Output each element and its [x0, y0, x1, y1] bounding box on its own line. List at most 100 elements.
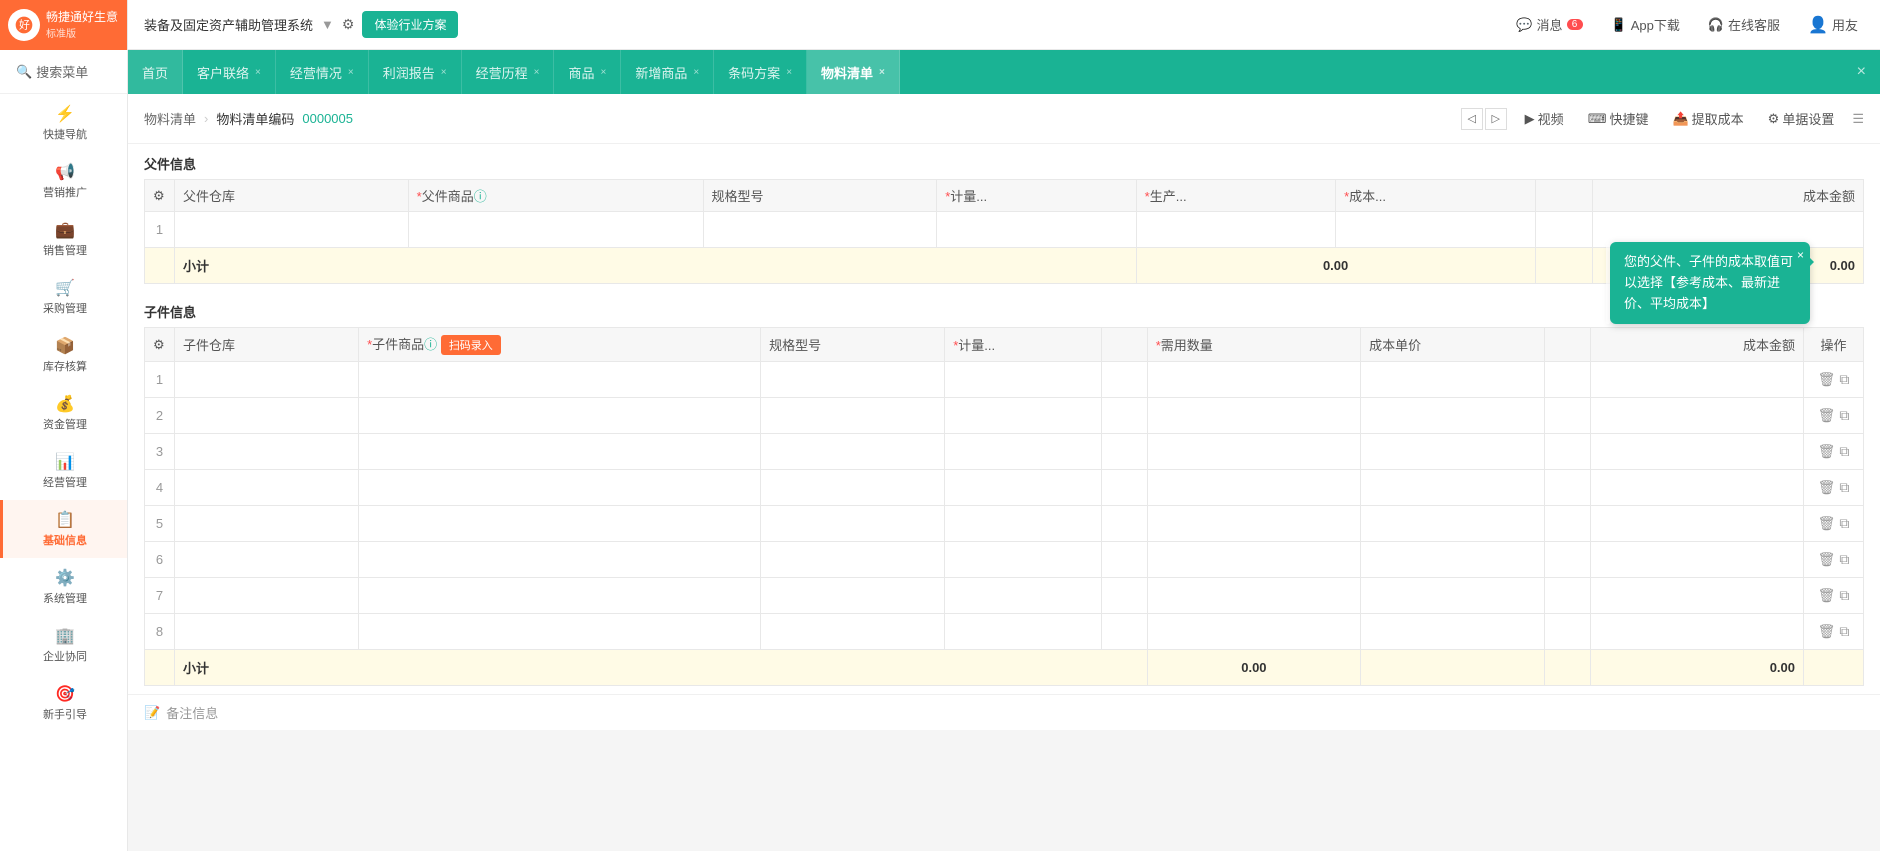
trial-button[interactable]: 体验行业方案 — [362, 11, 458, 38]
sidebar-item-quick-nav[interactable]: ⚡ 快捷导航 — [0, 94, 127, 152]
tab-profit-close[interactable]: × — [441, 67, 447, 78]
tab-history-close[interactable]: × — [534, 67, 540, 78]
parent-spec-1[interactable] — [703, 212, 937, 248]
child-product-6[interactable] — [359, 542, 761, 578]
child-spec-1[interactable] — [761, 362, 945, 398]
child-need-qty-5[interactable] — [1147, 506, 1360, 542]
parent-qty-1[interactable] — [937, 212, 1136, 248]
parent-cost-1[interactable] — [1336, 212, 1535, 248]
child-qty-unit-6[interactable] — [945, 542, 1102, 578]
child-spec-7[interactable] — [761, 578, 945, 614]
child-qty-unit-8[interactable] — [945, 614, 1102, 650]
child-unit-cost-2[interactable] — [1361, 398, 1545, 434]
child-product-8[interactable] — [359, 614, 761, 650]
child-delete-2[interactable]: 🗑 — [1818, 407, 1836, 424]
child-product-1[interactable] — [359, 362, 761, 398]
child-copy-4[interactable]: ⧉ — [1839, 479, 1849, 496]
child-spec-3[interactable] — [761, 434, 945, 470]
child-spec-6[interactable] — [761, 542, 945, 578]
child-copy-2[interactable]: ⧉ — [1839, 407, 1849, 424]
shortcut-button[interactable]: ⌨ 快捷键 — [1582, 106, 1655, 131]
tab-barcode[interactable]: 条码方案 × — [714, 50, 807, 94]
tab-product[interactable]: 商品 × — [554, 50, 621, 94]
tooltip-close-button[interactable]: × — [1797, 246, 1804, 265]
child-warehouse-4[interactable] — [175, 470, 359, 506]
tab-new-product[interactable]: 新增商品 × — [621, 50, 714, 94]
child-need-qty-8[interactable] — [1147, 614, 1360, 650]
sidebar-item-guide[interactable]: 🎯 新手引导 — [0, 674, 127, 732]
single-setting-button[interactable]: ⚙ 单据设置 — [1762, 106, 1841, 131]
sidebar-item-purchase[interactable]: 🛒 采购管理 — [0, 268, 127, 326]
parent-product-1[interactable] — [408, 212, 703, 248]
child-warehouse-6[interactable] — [175, 542, 359, 578]
extract-cost-button[interactable]: 📤 提取成本 — [1666, 106, 1749, 131]
child-warehouse-7[interactable] — [175, 578, 359, 614]
parent-produce-1[interactable] — [1136, 212, 1335, 248]
child-spec-8[interactable] — [761, 614, 945, 650]
child-copy-1[interactable]: ⧉ — [1839, 371, 1849, 388]
sidebar-item-inventory[interactable]: 📦 库存核算 — [0, 326, 127, 384]
tab-new-product-close[interactable]: × — [693, 67, 699, 78]
tab-operations[interactable]: 经营情况 × — [276, 50, 369, 94]
child-qty-unit-4[interactable] — [945, 470, 1102, 506]
child-warehouse-8[interactable] — [175, 614, 359, 650]
child-warehouse-5[interactable] — [175, 506, 359, 542]
child-unit-cost-5[interactable] — [1361, 506, 1545, 542]
user-button[interactable]: 👤 用友 — [1802, 11, 1864, 39]
child-product-2[interactable] — [359, 398, 761, 434]
tab-operations-close[interactable]: × — [348, 67, 354, 78]
child-unit-cost-4[interactable] — [1361, 470, 1545, 506]
toolbar-menu-icon[interactable]: ☰ — [1852, 111, 1864, 127]
tab-product-close[interactable]: × — [600, 67, 606, 78]
tab-history[interactable]: 经营历程 × — [462, 50, 555, 94]
sidebar-item-marketing[interactable]: 📢 营销推广 — [0, 152, 127, 210]
settings-icon-btn[interactable]: ⚙ — [342, 16, 355, 33]
tab-customer[interactable]: 客户联络 × — [183, 50, 276, 94]
sidebar-item-basic-info[interactable]: 📋 基础信息 — [0, 500, 127, 558]
child-copy-8[interactable]: ⧉ — [1839, 623, 1849, 640]
child-product-4[interactable] — [359, 470, 761, 506]
child-delete-1[interactable]: 🗑 — [1818, 371, 1836, 388]
nav-next-button[interactable]: ▷ — [1485, 108, 1507, 130]
sidebar-item-sales[interactable]: 💼 销售管理 — [0, 210, 127, 268]
child-delete-8[interactable]: 🗑 — [1818, 623, 1836, 640]
child-qty-unit-5[interactable] — [945, 506, 1102, 542]
child-qty-unit-7[interactable] — [945, 578, 1102, 614]
nav-prev-button[interactable]: ◁ — [1461, 108, 1483, 130]
child-need-qty-4[interactable] — [1147, 470, 1360, 506]
tab-barcode-close[interactable]: × — [786, 67, 792, 78]
sidebar-item-system[interactable]: ⚙️ 系统管理 — [0, 558, 127, 616]
child-product-3[interactable] — [359, 434, 761, 470]
child-unit-cost-6[interactable] — [1361, 542, 1545, 578]
tab-bom-close[interactable]: × — [879, 67, 885, 78]
sidebar-item-operations[interactable]: 📊 经营管理 — [0, 442, 127, 500]
tab-customer-close[interactable]: × — [255, 67, 261, 78]
child-warehouse-1[interactable] — [175, 362, 359, 398]
child-unit-cost-7[interactable] — [1361, 578, 1545, 614]
child-spec-5[interactable] — [761, 506, 945, 542]
scan-input-button[interactable]: 扫码录入 — [441, 335, 501, 355]
child-delete-4[interactable]: 🗑 — [1818, 479, 1836, 496]
tab-home[interactable]: 首页 — [128, 50, 183, 94]
online-service-button[interactable]: 🎧 在线客服 — [1702, 11, 1786, 38]
sidebar-item-finance[interactable]: 💰 资金管理 — [0, 384, 127, 442]
tab-profit[interactable]: 利润报告 × — [369, 50, 462, 94]
child-need-qty-1[interactable] — [1147, 362, 1360, 398]
child-unit-cost-1[interactable] — [1361, 362, 1545, 398]
child-warehouse-3[interactable] — [175, 434, 359, 470]
child-product-5[interactable] — [359, 506, 761, 542]
sidebar-item-enterprise[interactable]: 🏢 企业协同 — [0, 616, 127, 674]
child-copy-6[interactable]: ⧉ — [1839, 551, 1849, 568]
tab-close-all[interactable]: × — [1851, 63, 1872, 81]
child-delete-7[interactable]: 🗑 — [1818, 587, 1836, 604]
child-unit-cost-8[interactable] — [1361, 614, 1545, 650]
child-delete-5[interactable]: 🗑 — [1818, 515, 1836, 532]
child-delete-3[interactable]: 🗑 — [1818, 443, 1836, 460]
child-delete-6[interactable]: 🗑 — [1818, 551, 1836, 568]
child-spec-2[interactable] — [761, 398, 945, 434]
child-spec-4[interactable] — [761, 470, 945, 506]
parent-warehouse-1[interactable] — [175, 212, 409, 248]
message-button[interactable]: 💬 消息 6 — [1510, 11, 1588, 38]
child-qty-unit-1[interactable] — [945, 362, 1102, 398]
view-button[interactable]: ▶ 视频 — [1519, 106, 1570, 131]
